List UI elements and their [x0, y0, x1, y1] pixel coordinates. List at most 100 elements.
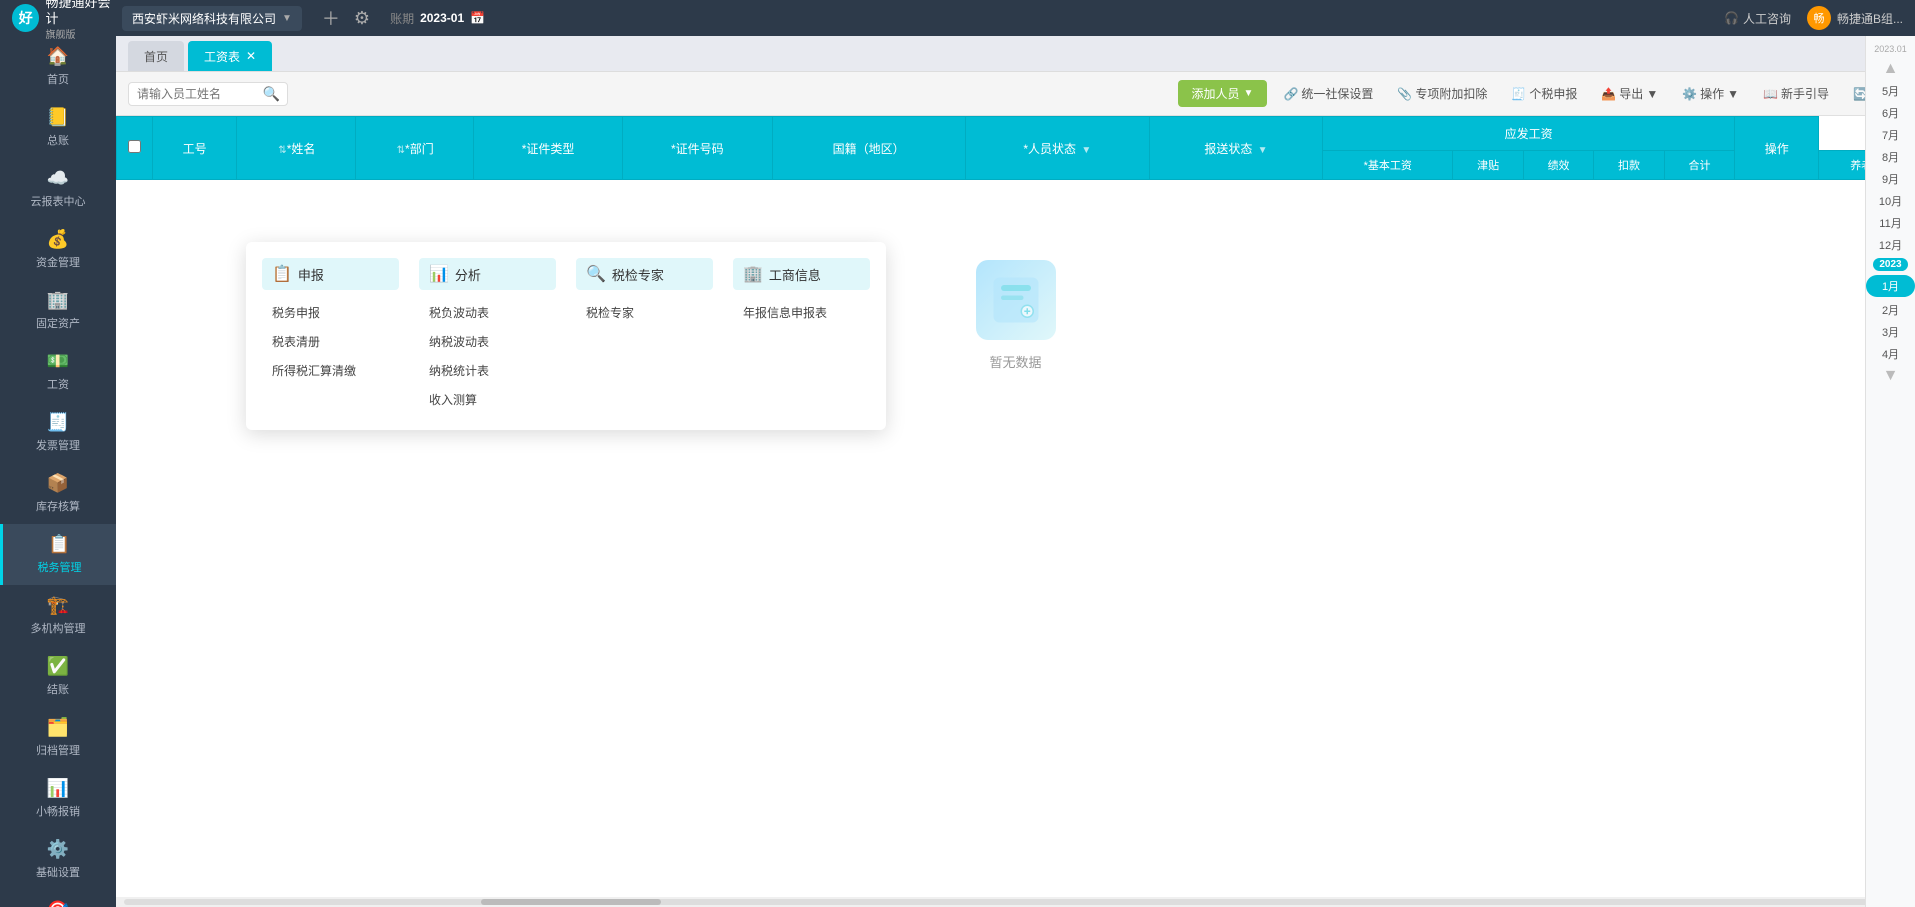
top-bar-actions: ＋ ⚙ — [322, 5, 370, 31]
timeline-year-2023: 2023 — [1873, 258, 1907, 271]
dropdown-section-tax-expert: 🔍 税检专家 税检专家 — [576, 258, 713, 414]
content-area: 首页 工资表 ✕ 🔍 添加人员 ▼ 🔗 统一社保设置 📎 专 — [116, 36, 1915, 907]
social-security-button[interactable]: 🔗 统一社保设置 — [1275, 81, 1381, 106]
filter-icon-status[interactable]: ▼ — [1081, 145, 1091, 156]
app-sub: 旗舰版 — [45, 26, 122, 41]
service-button[interactable]: 🎧 人工咨询 — [1724, 10, 1791, 27]
table-container: 工号 ⇅*姓名 ⇅*部门 *证件类型 *证件号码 国籍（地区） *人员状态 ▼ — [116, 116, 1915, 897]
logo-icon: 好 — [12, 4, 39, 32]
timeline-month-1[interactable]: 1月 — [1866, 275, 1915, 297]
select-all-checkbox[interactable] — [128, 140, 141, 153]
timeline-month-12[interactable]: 12月 — [1866, 234, 1915, 256]
settings-icon[interactable]: ⚙ — [354, 8, 370, 29]
menu-tax-wave2[interactable]: 纳税波动表 — [419, 327, 556, 356]
timeline-month-11[interactable]: 11月 — [1866, 212, 1915, 234]
th-submit-status: 报送状态 ▼ — [1149, 117, 1322, 180]
inventory-icon: 📦 — [47, 473, 69, 494]
sidebar-item-ledger[interactable]: 📒 总账 — [0, 97, 116, 158]
business-section-icon: 🏢 — [743, 264, 763, 284]
export-button[interactable]: 📤 导出 ▼ — [1593, 81, 1666, 106]
archive-icon: 🗂️ — [47, 717, 69, 738]
sidebar-item-settings[interactable]: ⚙️ 基础设置 — [0, 829, 116, 890]
special-deduct-button[interactable]: 📎 专项附加扣除 — [1389, 81, 1495, 106]
sidebar-item-guide[interactable]: 🎯 新手引导 — [0, 890, 116, 907]
search-icon: 🔍 — [263, 85, 280, 102]
assets-icon: 🏢 — [47, 290, 69, 311]
sidebar-item-archive[interactable]: 🗂️ 归档管理 — [0, 707, 116, 768]
operations-button[interactable]: ⚙️ 操作 ▼ — [1674, 81, 1747, 106]
sidebar-item-xiaochang[interactable]: 📊 小畅报销 — [0, 768, 116, 829]
link-icon: 🔗 — [1283, 87, 1298, 101]
table-wrapper: 📋 申报 税务申报 税表清册 所得税汇算清缴 📊 分析 税负波动表 纳税波动表 … — [116, 116, 1915, 907]
home-icon: 🏠 — [47, 46, 69, 67]
sidebar-item-salary[interactable]: 💵 工资 — [0, 341, 116, 402]
th-performance: 绩效 — [1523, 151, 1593, 180]
user-info[interactable]: 畅 畅捷通B组... — [1807, 6, 1903, 30]
timeline-down-icon[interactable]: ▼ — [1883, 365, 1899, 387]
tab-close-icon[interactable]: ✕ — [246, 49, 256, 63]
calendar-icon[interactable]: 📅 — [470, 11, 485, 25]
data-table: 工号 ⇅*姓名 ⇅*部门 *证件类型 *证件号码 国籍（地区） *人员状态 ▼ — [116, 116, 1915, 180]
user-avatar: 畅 — [1807, 6, 1831, 30]
analysis-section-icon: 📊 — [429, 264, 449, 284]
menu-income-calc[interactable]: 收入测算 — [419, 385, 556, 414]
dropdown-section-business: 🏢 工商信息 年报信息申报表 — [733, 258, 870, 414]
dropdown-menu: 📋 申报 税务申报 税表清册 所得税汇算清缴 📊 分析 税负波动表 纳税波动表 … — [246, 242, 886, 430]
timeline-month-9[interactable]: 9月 — [1866, 168, 1915, 190]
timeline-month-10[interactable]: 10月 — [1866, 190, 1915, 212]
sidebar-item-assets[interactable]: 🏢 固定资产 — [0, 280, 116, 341]
sidebar-item-cloud[interactable]: ☁️ 云报表中心 — [0, 158, 116, 219]
horizontal-scrollbar[interactable] — [116, 897, 1915, 907]
empty-icon — [976, 260, 1056, 340]
company-selector[interactable]: 西安虾米网络科技有限公司 ▼ — [122, 6, 302, 31]
tab-home[interactable]: 首页 — [128, 41, 184, 71]
salary-icon: 💵 — [47, 351, 69, 372]
menu-tax-stats[interactable]: 纳税统计表 — [419, 356, 556, 385]
top-bar-right: 🎧 人工咨询 畅 畅捷通B组... — [1724, 6, 1903, 30]
timeline-month-3[interactable]: 3月 — [1866, 321, 1915, 343]
th-total: 合计 — [1664, 151, 1734, 180]
filter-icon-submit[interactable]: ▼ — [1258, 145, 1268, 156]
menu-annual-report[interactable]: 年报信息申报表 — [733, 298, 870, 327]
settle-icon: ✅ — [47, 656, 69, 677]
th-dept: ⇅*部门 — [355, 117, 473, 180]
add-person-button[interactable]: 添加人员 ▼ — [1178, 80, 1268, 107]
th-ops: 操作 — [1735, 117, 1819, 180]
menu-tax-wave[interactable]: 税负波动表 — [419, 298, 556, 327]
sidebar-item-tax[interactable]: 📋 税务管理 — [0, 524, 116, 585]
timeline-month-6[interactable]: 6月 — [1866, 102, 1915, 124]
timeline-month-4[interactable]: 4月 — [1866, 343, 1915, 365]
th-allowance: 津贴 — [1453, 151, 1523, 180]
dropdown-section-analysis: 📊 分析 税负波动表 纳税波动表 纳税统计表 收入测算 — [419, 258, 556, 414]
scrollbar-thumb[interactable] — [481, 899, 661, 905]
sidebar-item-fund[interactable]: 💰 资金管理 — [0, 219, 116, 280]
timeline-period-label: 2023.01 — [1872, 40, 1909, 58]
th-name: ⇅*姓名 — [237, 117, 355, 180]
th-id-type: *证件类型 — [473, 117, 622, 180]
sidebar-item-invoice[interactable]: 🧾 发票管理 — [0, 402, 116, 463]
menu-tax-table[interactable]: 税表清册 — [262, 327, 399, 356]
ledger-icon: 📒 — [47, 107, 69, 128]
settings-sidebar-icon: ⚙️ — [47, 839, 69, 860]
timeline-up-icon[interactable]: ▲ — [1883, 58, 1899, 80]
th-base-salary: *基本工资 — [1323, 151, 1453, 180]
menu-tax-check[interactable]: 税检专家 — [576, 298, 713, 327]
tax-return-button[interactable]: 🧾 个税申报 — [1503, 81, 1585, 106]
ops-arrow-icon: ▼ — [1727, 87, 1739, 101]
sidebar-item-home[interactable]: 🏠 首页 — [0, 36, 116, 97]
menu-tax-filing[interactable]: 税务申报 — [262, 298, 399, 327]
timeline-month-8[interactable]: 8月 — [1866, 146, 1915, 168]
add-icon[interactable]: ＋ — [322, 5, 340, 31]
sidebar-item-settle[interactable]: ✅ 结账 — [0, 646, 116, 707]
tab-salary-sheet[interactable]: 工资表 ✕ — [188, 41, 272, 71]
th-status: *人员状态 ▼ — [965, 117, 1149, 180]
timeline-month-5[interactable]: 5月 — [1866, 80, 1915, 102]
guide-button[interactable]: 📖 新手引导 — [1755, 81, 1837, 106]
th-deduct: 扣款 — [1594, 151, 1664, 180]
sidebar-item-inventory[interactable]: 📦 库存核算 — [0, 463, 116, 524]
tax-icon: 📋 — [48, 534, 70, 555]
menu-income-tax[interactable]: 所得税汇算清缴 — [262, 356, 399, 385]
timeline-month-2[interactable]: 2月 — [1866, 299, 1915, 321]
sidebar-item-multi[interactable]: 🏗️ 多机构管理 — [0, 585, 116, 646]
timeline-month-7[interactable]: 7月 — [1866, 124, 1915, 146]
